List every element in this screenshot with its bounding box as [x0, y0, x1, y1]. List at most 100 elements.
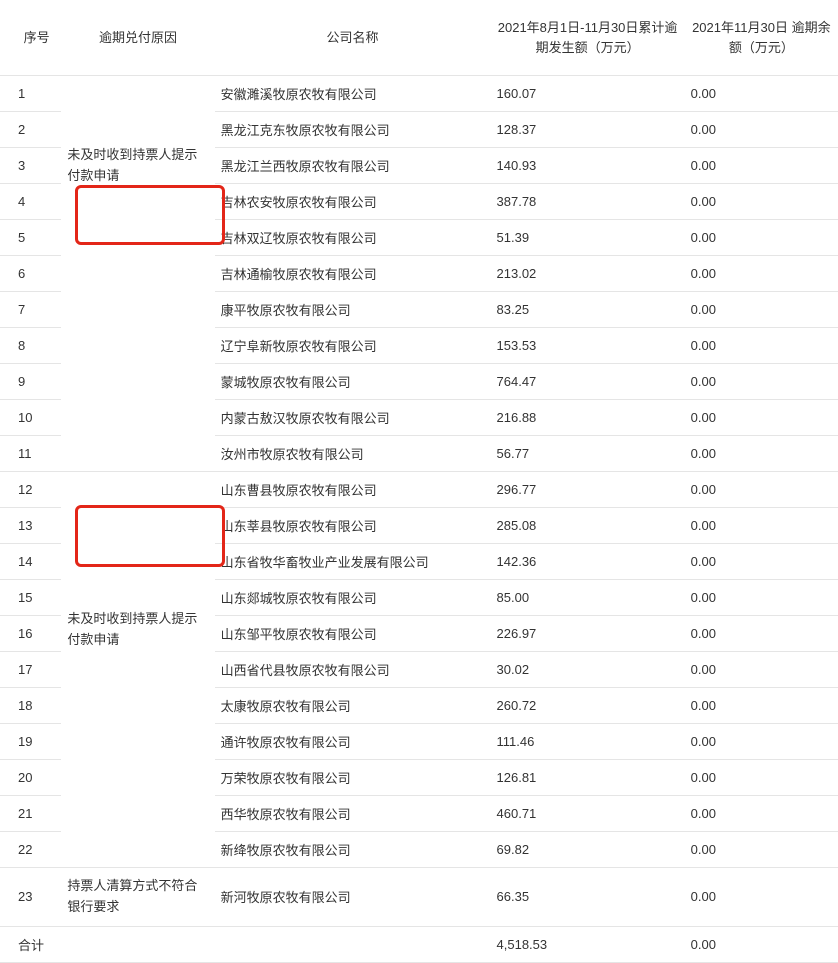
- cell-amt2: 0.00: [685, 328, 838, 364]
- header-company: 公司名称: [215, 0, 491, 76]
- cell-amt1: 296.77: [491, 472, 685, 508]
- cell-seq: 4: [0, 184, 61, 220]
- cell-amt2: 0.00: [685, 400, 838, 436]
- cell-company: 康平牧原农牧有限公司: [215, 292, 491, 328]
- cell-company: 山东曹县牧原农牧有限公司: [215, 472, 491, 508]
- cell-seq: 17: [0, 652, 61, 688]
- cell-seq: 2: [0, 112, 61, 148]
- header-reason: 逾期兑付原因: [61, 0, 214, 76]
- cell-total-amt2: 0.00: [685, 926, 838, 962]
- cell-amt1: 85.00: [491, 580, 685, 616]
- cell-amt2: 0.00: [685, 652, 838, 688]
- cell-total-amt1: 4,518.53: [491, 926, 685, 962]
- cell-company: 山东省牧华畜牧业产业发展有限公司: [215, 544, 491, 580]
- cell-total-reason: [61, 926, 214, 962]
- cell-seq: 22: [0, 832, 61, 868]
- cell-seq: 20: [0, 760, 61, 796]
- cell-amt2: 0.00: [685, 256, 838, 292]
- cell-amt1: 128.37: [491, 112, 685, 148]
- cell-amt1: 226.97: [491, 616, 685, 652]
- table-total-row: 合计4,518.530.00: [0, 926, 838, 962]
- cell-amt1: 83.25: [491, 292, 685, 328]
- header-seq: 序号: [0, 0, 61, 76]
- cell-amt1: 66.35: [491, 868, 685, 927]
- cell-amt2: 0.00: [685, 292, 838, 328]
- cell-amt1: 285.08: [491, 508, 685, 544]
- overdue-table: 序号 逾期兑付原因 公司名称 2021年8月1日-11月30日累计逾期发生额（万…: [0, 0, 838, 963]
- cell-amt2: 0.00: [685, 616, 838, 652]
- cell-seq: 16: [0, 616, 61, 652]
- cell-seq: 15: [0, 580, 61, 616]
- table-row: 23持票人清算方式不符合银行要求新河牧原农牧有限公司66.350.00: [0, 868, 838, 927]
- cell-amt2: 0.00: [685, 544, 838, 580]
- cell-amt2: 0.00: [685, 220, 838, 256]
- table-header-row: 序号 逾期兑付原因 公司名称 2021年8月1日-11月30日累计逾期发生额（万…: [0, 0, 838, 76]
- cell-amt1: 764.47: [491, 364, 685, 400]
- cell-amt2: 0.00: [685, 184, 838, 220]
- cell-seq: 5: [0, 220, 61, 256]
- cell-company: 山东郯城牧原农牧有限公司: [215, 580, 491, 616]
- cell-amt2: 0.00: [685, 472, 838, 508]
- cell-amt1: 216.88: [491, 400, 685, 436]
- cell-company: 吉林通榆牧原农牧有限公司: [215, 256, 491, 292]
- cell-amt1: 56.77: [491, 436, 685, 472]
- cell-company: 万荣牧原农牧有限公司: [215, 760, 491, 796]
- cell-amt2: 0.00: [685, 760, 838, 796]
- cell-amt2: 0.00: [685, 832, 838, 868]
- header-amt2: 2021年11月30日 逾期余额（万元）: [685, 0, 838, 76]
- cell-amt1: 460.71: [491, 796, 685, 832]
- cell-company: 汝州市牧原农牧有限公司: [215, 436, 491, 472]
- table-row: 1未及时收到持票人提示付款申请安徽濉溪牧原农牧有限公司160.070.00: [0, 76, 838, 112]
- cell-reason-row23: 持票人清算方式不符合银行要求: [61, 868, 214, 927]
- cell-company: 黑龙江克东牧原农牧有限公司: [215, 112, 491, 148]
- cell-company: 山东莘县牧原农牧有限公司: [215, 508, 491, 544]
- cell-amt1: 213.02: [491, 256, 685, 292]
- cell-company: 内蒙古敖汉牧原农牧有限公司: [215, 400, 491, 436]
- cell-company: 安徽濉溪牧原农牧有限公司: [215, 76, 491, 112]
- cell-company: 蒙城牧原农牧有限公司: [215, 364, 491, 400]
- cell-company: 辽宁阜新牧原农牧有限公司: [215, 328, 491, 364]
- cell-seq: 13: [0, 508, 61, 544]
- cell-amt1: 111.46: [491, 724, 685, 760]
- cell-seq: 9: [0, 364, 61, 400]
- cell-amt2: 0.00: [685, 436, 838, 472]
- cell-amt2: 0.00: [685, 580, 838, 616]
- cell-amt1: 153.53: [491, 328, 685, 364]
- cell-seq: 11: [0, 436, 61, 472]
- cell-amt2: 0.00: [685, 112, 838, 148]
- cell-amt2: 0.00: [685, 796, 838, 832]
- cell-company: 新绛牧原农牧有限公司: [215, 832, 491, 868]
- cell-seq: 10: [0, 400, 61, 436]
- cell-company: 山西省代县牧原农牧有限公司: [215, 652, 491, 688]
- table-row: 12未及时收到持票人提示付款申请山东曹县牧原农牧有限公司296.770.00: [0, 472, 838, 508]
- cell-company: 吉林双辽牧原农牧有限公司: [215, 220, 491, 256]
- cell-seq: 1: [0, 76, 61, 112]
- cell-seq: 8: [0, 328, 61, 364]
- cell-seq: 19: [0, 724, 61, 760]
- cell-company: 吉林农安牧原农牧有限公司: [215, 184, 491, 220]
- cell-amt2: 0.00: [685, 364, 838, 400]
- cell-amt1: 142.36: [491, 544, 685, 580]
- cell-amt2: 0.00: [685, 868, 838, 927]
- cell-seq: 21: [0, 796, 61, 832]
- cell-amt1: 140.93: [491, 148, 685, 184]
- cell-amt1: 51.39: [491, 220, 685, 256]
- cell-total-company: [215, 926, 491, 962]
- cell-company: 太康牧原农牧有限公司: [215, 688, 491, 724]
- cell-seq: 7: [0, 292, 61, 328]
- cell-amt2: 0.00: [685, 148, 838, 184]
- cell-reason-group2: 未及时收到持票人提示付款申请: [61, 472, 214, 868]
- cell-reason-group1: 未及时收到持票人提示付款申请: [61, 76, 214, 472]
- cell-amt2: 0.00: [685, 76, 838, 112]
- cell-amt1: 387.78: [491, 184, 685, 220]
- cell-amt1: 260.72: [491, 688, 685, 724]
- cell-amt2: 0.00: [685, 724, 838, 760]
- cell-amt2: 0.00: [685, 688, 838, 724]
- cell-company: 黑龙江兰西牧原农牧有限公司: [215, 148, 491, 184]
- cell-amt1: 30.02: [491, 652, 685, 688]
- cell-amt1: 160.07: [491, 76, 685, 112]
- cell-amt1: 69.82: [491, 832, 685, 868]
- cell-seq: 14: [0, 544, 61, 580]
- cell-seq: 6: [0, 256, 61, 292]
- cell-seq: 3: [0, 148, 61, 184]
